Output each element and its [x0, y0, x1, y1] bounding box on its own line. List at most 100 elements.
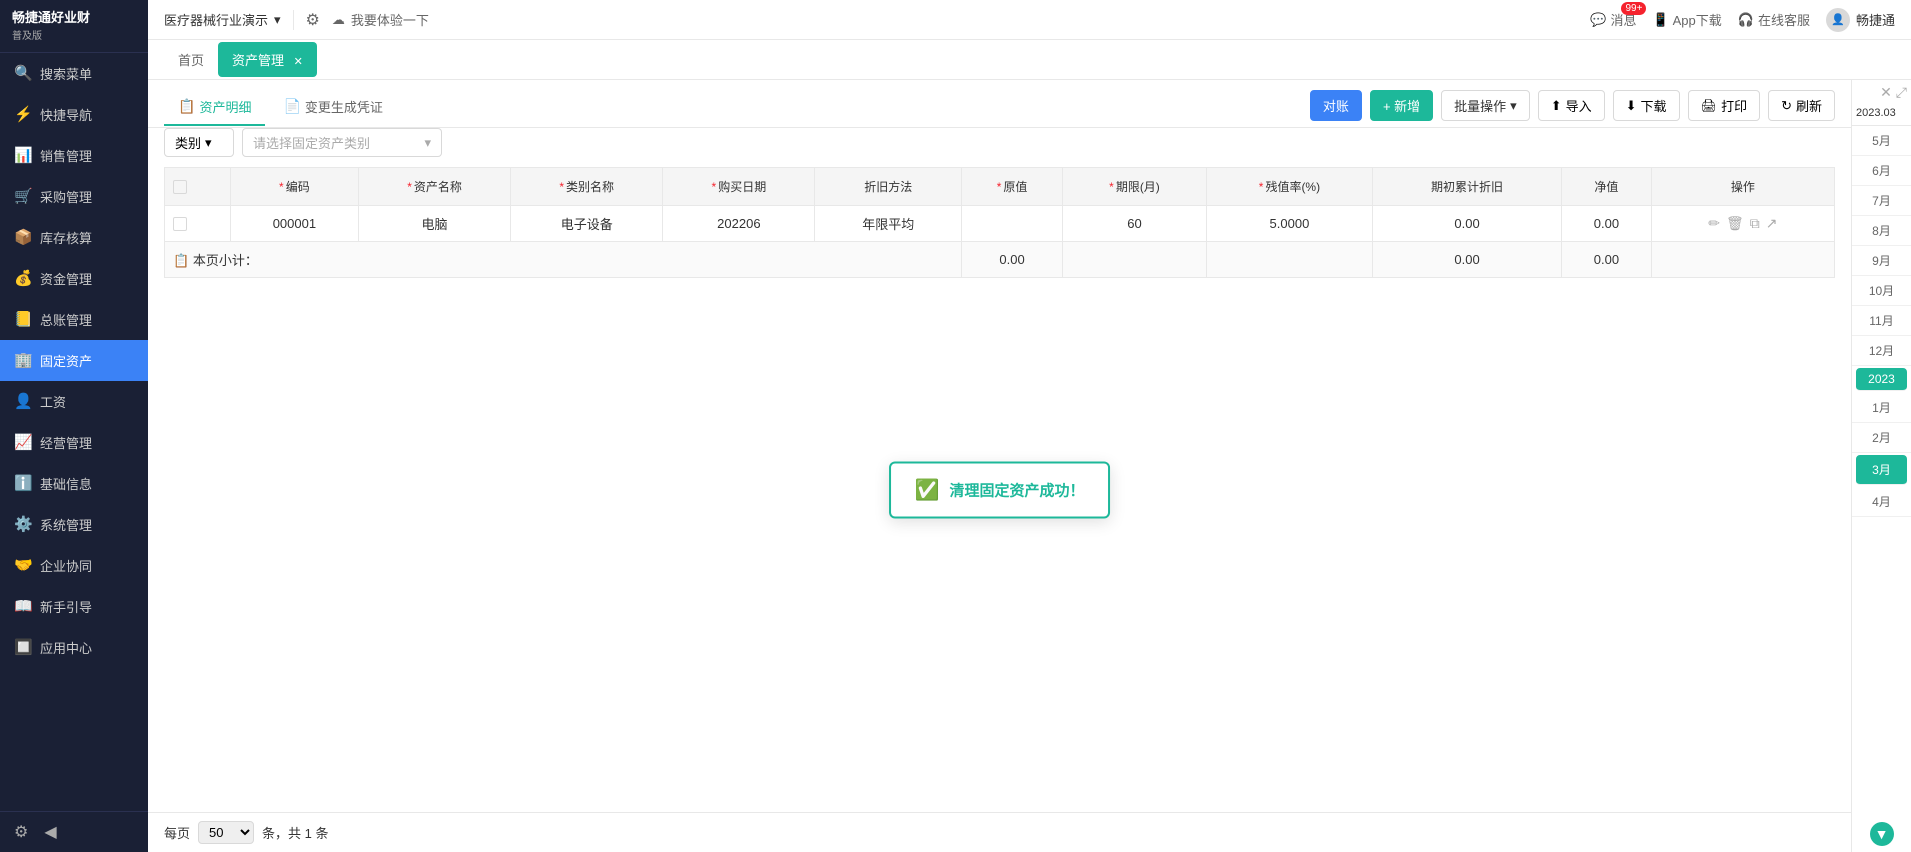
sidebar-item-apps[interactable]: 🔲应用中心	[0, 627, 148, 668]
th-period: *期限(月)	[1063, 168, 1207, 206]
sidebar-item-purchase[interactable]: 🛒 采购管理	[0, 176, 148, 217]
cal-month-2[interactable]: 2月	[1852, 423, 1911, 453]
reconcile-button[interactable]: 对账	[1310, 90, 1362, 121]
refresh-label: 刷新	[1796, 96, 1822, 115]
purchase-icon: 🛒	[14, 187, 32, 205]
settings-icon[interactable]: ⚙	[14, 822, 28, 842]
topbar-right: 💬 消息 99+ 📱 App下载 🎧 在线客服 👤 畅捷通	[1590, 8, 1895, 32]
avatar: 👤	[1826, 8, 1850, 32]
ledger-icon: 📒	[14, 310, 32, 328]
sidebar-item-search[interactable]: 🔍搜索菜单	[0, 53, 148, 94]
sub-tab-change-voucher[interactable]: 📄 变更生成凭证	[269, 91, 396, 126]
app-download-btn[interactable]: 📱 App下载	[1652, 10, 1721, 29]
sidebar-logo: 畅捷通好业财 普及版	[0, 0, 148, 53]
sidebar-label-fixed-assets: 固定资产	[40, 351, 92, 370]
th-initial-accumulated: 期初累计折旧	[1373, 168, 1562, 206]
collapse-icon[interactable]: ◀	[44, 822, 56, 842]
new-button[interactable]: + 新增	[1370, 90, 1433, 121]
messages-btn[interactable]: 💬 消息 99+	[1590, 10, 1636, 29]
sidebar-item-cooperation[interactable]: 🤝企业协同	[0, 545, 148, 586]
tab-home[interactable]: 首页	[164, 42, 218, 77]
subtotal-label: 本页小计：	[193, 253, 258, 268]
sub-tab-asset-detail[interactable]: 📋 资产明细	[164, 91, 265, 126]
cal-month-4[interactable]: 4月	[1852, 487, 1911, 517]
cal-scroll-down-btn[interactable]: ▼	[1870, 822, 1894, 846]
tab-asset-mgmt[interactable]: 资产管理 ✕	[218, 42, 317, 77]
topbar: 医疗器械行业演示 ▾ ⚙ ☁ 我要体验一下 💬 消息 99+ 📱 App下载 🎧…	[148, 0, 1911, 40]
user-info[interactable]: 👤 畅捷通	[1826, 8, 1895, 32]
edit-icon[interactable]: ✏	[1708, 215, 1720, 232]
category-filter-label[interactable]: 类别 ▾	[164, 128, 234, 157]
app-title: 畅捷通好业财	[12, 10, 136, 27]
cal-month-8[interactable]: 8月	[1852, 216, 1911, 246]
online-service-btn[interactable]: 🎧 在线客服	[1738, 10, 1810, 29]
cal-bottom: ▼	[1852, 816, 1911, 852]
th-category: *类别名称	[511, 168, 663, 206]
cal-month-6[interactable]: 6月	[1852, 156, 1911, 186]
th-original-value: *原值	[961, 168, 1062, 206]
cal-month-7[interactable]: 7月	[1852, 186, 1911, 216]
subtotal-icon: 📋	[173, 253, 189, 268]
sidebar-item-operations[interactable]: 📈经营管理	[0, 422, 148, 463]
app-download-label: App下载	[1673, 10, 1722, 29]
subtotal-period	[1063, 242, 1207, 278]
sidebar-item-fund[interactable]: 💰资金管理	[0, 258, 148, 299]
sidebar-item-ledger[interactable]: 📒 总账管理	[0, 299, 148, 340]
cal-month-3-active[interactable]: 3月	[1856, 455, 1907, 485]
copy-icon[interactable]: ⧉	[1750, 215, 1760, 232]
sidebar-item-system[interactable]: ⚙️系统管理	[0, 504, 148, 545]
batch-ops-button[interactable]: 批量操作 ▾	[1441, 90, 1530, 121]
cal-month-10[interactable]: 10月	[1852, 276, 1911, 306]
refresh-icon: ↻	[1781, 98, 1792, 114]
th-name: *资产名称	[358, 168, 510, 206]
download-button[interactable]: ⬇ 下载	[1613, 90, 1680, 121]
success-icon: ✅	[915, 477, 940, 502]
cal-month-1[interactable]: 1月	[1852, 393, 1911, 423]
sidebar-label-purchase: 采购管理	[40, 187, 92, 206]
sidebar-item-salary[interactable]: 👤工资	[0, 381, 148, 422]
basic-info-icon: ℹ️	[14, 474, 32, 492]
sidebar-item-guide[interactable]: 📖新手引导	[0, 586, 148, 627]
topbar-divider	[293, 10, 294, 30]
company-selector[interactable]: 医疗器械行业演示 ▾	[164, 10, 281, 29]
category-selector[interactable]: 请选择固定资产类别 ▾	[242, 128, 442, 157]
select-all-checkbox[interactable]	[173, 180, 187, 194]
category-chevron-icon: ▾	[424, 135, 431, 151]
experience-btn[interactable]: ☁ 我要体验一下	[332, 10, 429, 29]
td-depreciation-method: 年限平均	[815, 206, 961, 242]
cal-month-5[interactable]: 5月	[1852, 126, 1911, 156]
import-button[interactable]: ⬆ 导入	[1538, 90, 1605, 121]
toast-message: 清理固定资产成功！	[949, 479, 1084, 500]
sidebar-item-basic-info[interactable]: ℹ️基础信息	[0, 463, 148, 504]
print-label: 打印	[1721, 96, 1747, 115]
sidebar-item-fixed-assets[interactable]: 🏢固定资产	[0, 340, 148, 381]
sidebar-label-ledger: 总账管理	[40, 310, 92, 329]
subtotal-net-value: 0.00	[1562, 242, 1652, 278]
sidebar-item-sales[interactable]: 📊销售管理	[0, 135, 148, 176]
row-checkbox[interactable]	[173, 217, 187, 231]
calendar-expand-icon[interactable]: ⤢	[1896, 84, 1907, 101]
print-button[interactable]: 🖨 打印	[1688, 90, 1761, 121]
th-code: *编码	[230, 168, 358, 206]
more-icon[interactable]: ↗	[1766, 215, 1778, 232]
refresh-button[interactable]: ↻ 刷新	[1768, 90, 1835, 121]
settings-gear-icon[interactable]: ⚙	[306, 10, 320, 30]
delete-icon[interactable]: 🗑	[1726, 215, 1744, 232]
td-original-value	[961, 206, 1062, 242]
chevron-down-icon: ▾	[274, 12, 281, 28]
cal-month-11[interactable]: 11月	[1852, 306, 1911, 336]
sidebar-item-inventory[interactable]: 📦库存核算	[0, 217, 148, 258]
sidebar-label-inventory: 库存核算	[40, 228, 92, 247]
search-icon: 🔍	[14, 64, 32, 82]
filter-row: 类别 ▾ 请选择固定资产类别 ▾	[148, 128, 1851, 167]
cal-month-12[interactable]: 12月	[1852, 336, 1911, 366]
per-page-select[interactable]: 50 10 20 100	[198, 821, 254, 844]
cal-year-2023[interactable]: 2023	[1856, 368, 1907, 391]
calendar-close-icon[interactable]: ✕	[1880, 84, 1892, 101]
subtotal-actions	[1651, 242, 1834, 278]
cal-header: 2023.03	[1852, 101, 1911, 126]
cal-month-9[interactable]: 9月	[1852, 246, 1911, 276]
sidebar-item-quick-nav[interactable]: ⚡快捷导航	[0, 94, 148, 135]
total-text: 条，共 1 条	[262, 823, 328, 842]
tab-close-icon[interactable]: ✕	[294, 56, 303, 68]
